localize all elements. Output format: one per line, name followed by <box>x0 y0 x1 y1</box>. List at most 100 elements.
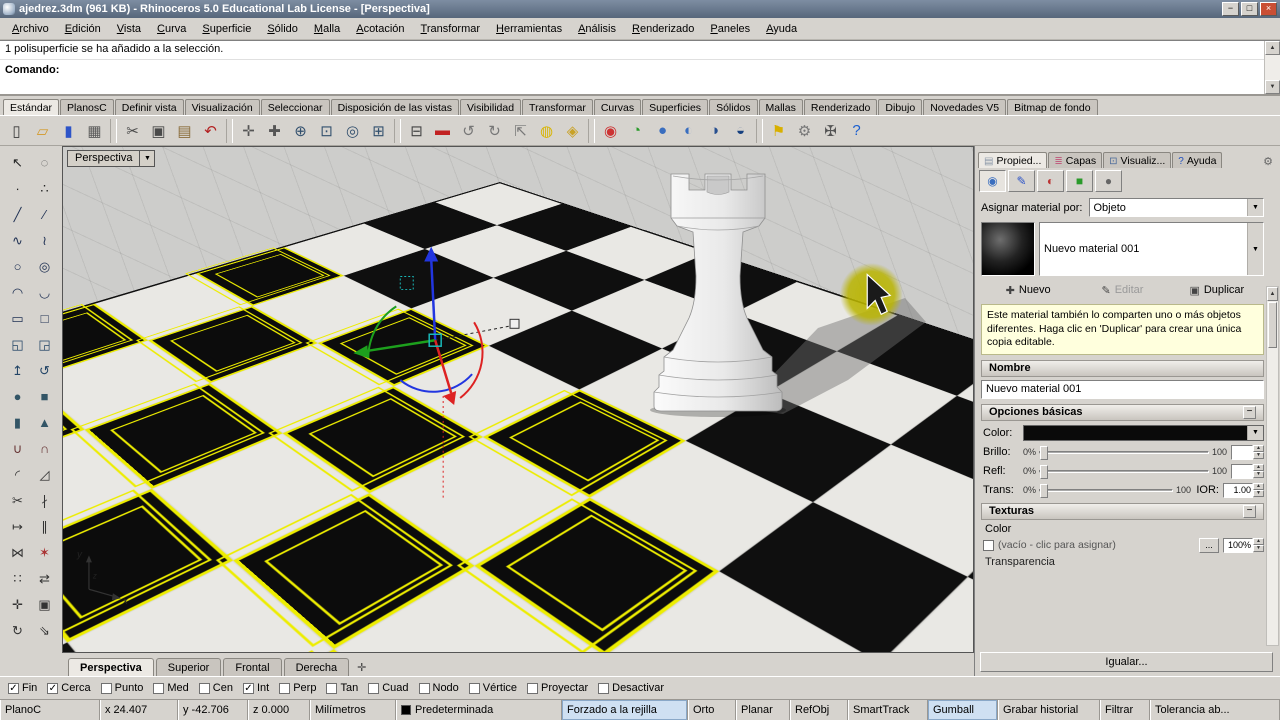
new-viewport-button[interactable]: ✛ <box>351 659 372 676</box>
brillo-track[interactable] <box>1039 445 1209 460</box>
lock-icon[interactable]: ◈ <box>560 118 585 143</box>
checkbox-icon[interactable]: ✓ <box>8 682 19 694</box>
scroll-up-icon[interactable]: ▲ <box>1265 41 1280 55</box>
cone-icon[interactable]: ▲ <box>32 410 58 435</box>
polyline-icon[interactable]: ╱ <box>5 202 31 227</box>
toolbar-tab[interactable]: Novedades V5 <box>923 99 1007 115</box>
new-file-icon[interactable]: ▯ <box>4 118 29 143</box>
lightbulb-icon[interactable]: ◍ <box>534 118 559 143</box>
status-layer[interactable]: Predeterminada <box>396 700 562 720</box>
mirror-icon[interactable]: ⇄ <box>32 566 58 591</box>
new-material-button[interactable]: ✚ Nuevo <box>981 280 1075 300</box>
edit-material-button[interactable]: ✎ Editar <box>1075 280 1169 300</box>
menu-item[interactable]: Renderizado <box>624 20 702 38</box>
spinner-arrows-icon[interactable]: ▲ ▼ <box>1253 482 1264 498</box>
control-point-curve-icon[interactable]: ≀ <box>32 228 58 253</box>
checkbox-icon[interactable] <box>527 682 539 694</box>
spinner-arrows-icon[interactable]: ▲ ▼ <box>1253 537 1264 553</box>
rotate-view-icon[interactable]: ↺ <box>456 118 481 143</box>
panel-options-gear-icon[interactable]: ⚙ <box>1260 155 1276 168</box>
osnap-toggle[interactable]: Perp <box>279 682 316 694</box>
color-swatch[interactable] <box>1024 425 1247 440</box>
texture-strength-spinner[interactable]: 100% ▲ ▼ <box>1223 537 1264 553</box>
arc-3pt-icon[interactable]: ◡ <box>32 280 58 305</box>
checkbox-icon[interactable] <box>279 682 291 694</box>
rendered-display-icon[interactable]: ◑ <box>702 118 727 143</box>
osnap-toggle[interactable]: ✓ Int <box>242 682 269 694</box>
zoom-dynamic-icon[interactable]: ⊕ <box>288 118 313 143</box>
toolbar-tab[interactable]: Sólidos <box>709 99 758 115</box>
trim-icon[interactable]: ✂ <box>5 488 31 513</box>
toolbar-tab[interactable]: Mallas <box>758 99 803 115</box>
chevron-down-icon[interactable]: ▼ <box>1247 223 1263 275</box>
toolbar-tab[interactable]: Curvas <box>593 99 642 115</box>
points-icon[interactable]: ∴ <box>32 176 58 201</box>
menu-item[interactable]: Edición <box>57 20 109 38</box>
surface-3pt-icon[interactable]: ◱ <box>5 332 31 357</box>
toolbar-tab[interactable]: Bitmap de fondo <box>1007 99 1098 115</box>
refl-spinner[interactable]: ▲ ▼ <box>1231 463 1264 479</box>
gumball-toggle-icon[interactable]: ✠ <box>818 118 843 143</box>
loft-icon[interactable]: ◲ <box>32 332 58 357</box>
split-icon[interactable]: ∤ <box>32 488 58 513</box>
osnap-toggle[interactable]: ✓ Fin <box>8 682 37 694</box>
copy-icon[interactable]: ▣ <box>146 118 171 143</box>
restore-button[interactable]: □ <box>1241 2 1258 16</box>
undo-icon[interactable]: ↶ <box>198 118 223 143</box>
scale-tool-icon[interactable]: ⇘ <box>32 618 58 643</box>
status-coord-y[interactable]: y -42.706 <box>178 700 248 720</box>
viewport-title-label[interactable]: Perspectiva <box>67 150 141 167</box>
collapse-icon[interactable]: − <box>1243 405 1256 419</box>
copy-tool-icon[interactable]: ▣ <box>32 592 58 617</box>
ghosted-display-icon[interactable]: ◐ <box>676 118 701 143</box>
rotate-tool-icon[interactable]: ↻ <box>5 618 31 643</box>
rectangle-icon[interactable]: ▭ <box>5 306 31 331</box>
toolbar-tab[interactable]: PlanosC <box>60 99 114 115</box>
status-cplane-button[interactable]: PlanoC <box>0 700 100 720</box>
save-icon[interactable]: ▮ <box>56 118 81 143</box>
menu-item[interactable]: Herramientas <box>488 20 570 38</box>
zoom-window-icon[interactable]: ⊡ <box>314 118 339 143</box>
rotate-cw-view-icon[interactable]: ↻ <box>482 118 507 143</box>
viewport-title-dropdown-icon[interactable]: ▼ <box>140 150 156 167</box>
box-icon[interactable]: ■ <box>32 384 58 409</box>
toolbar-tab[interactable]: Seleccionar <box>260 99 330 115</box>
polygon-icon[interactable]: □ <box>32 306 58 331</box>
prop-texture-icon[interactable]: ◐ <box>1037 170 1064 192</box>
status-record-history[interactable]: Grabar historial <box>998 700 1100 720</box>
menu-item[interactable]: Acotación <box>348 20 412 38</box>
menu-item[interactable]: Análisis <box>570 20 624 38</box>
scrollbar-thumb[interactable] <box>1268 302 1277 348</box>
join-icon[interactable]: ⋈ <box>5 540 31 565</box>
texture-checkbox[interactable] <box>983 539 994 551</box>
assign-material-dropdown[interactable]: Objeto ▼ <box>1088 198 1264 217</box>
viewport-tab[interactable]: Superior <box>155 658 222 676</box>
array-icon[interactable]: ∷ <box>5 566 31 591</box>
explode-icon[interactable]: ✶ <box>32 540 58 565</box>
flag-icon[interactable]: ⚑ <box>766 118 791 143</box>
refl-thumb[interactable] <box>1040 464 1049 479</box>
menu-item[interactable]: Curva <box>149 20 194 38</box>
checkbox-icon[interactable] <box>326 682 338 694</box>
chevron-down-icon[interactable]: ▼ <box>1247 425 1263 440</box>
xray-display-icon[interactable]: ◒ <box>728 118 753 143</box>
fillet-icon[interactable]: ◜ <box>5 462 31 487</box>
line-segments-icon[interactable]: ∕ <box>32 202 58 227</box>
material-name-field[interactable] <box>981 379 1264 399</box>
car-icon[interactable]: ▬ <box>430 118 455 143</box>
command-scrollbar[interactable]: ▲ ▼ <box>1264 41 1280 94</box>
trans-slider[interactable]: 0% 100 <box>1023 483 1191 498</box>
menu-item[interactable]: Transformar <box>413 20 489 38</box>
checkbox-icon[interactable] <box>468 682 480 694</box>
prop-object-icon[interactable]: ◉ <box>979 170 1006 192</box>
osnap-toggle[interactable]: Nodo <box>418 682 459 694</box>
status-refobj[interactable]: RefObj <box>790 700 848 720</box>
offset-icon[interactable]: ∥ <box>32 514 58 539</box>
duplicate-material-button[interactable]: ▣ Duplicar <box>1170 280 1264 300</box>
osnap-toggle[interactable]: Med <box>153 682 189 694</box>
toolbar-tab[interactable]: Transformar <box>522 99 593 115</box>
open-file-icon[interactable]: ▱ <box>30 118 55 143</box>
perspective-viewport[interactable]: Perspectiva ▼ y x z <box>62 146 974 653</box>
menu-item[interactable]: Malla <box>306 20 348 38</box>
refl-slider[interactable]: 0% 100 <box>1023 464 1227 479</box>
